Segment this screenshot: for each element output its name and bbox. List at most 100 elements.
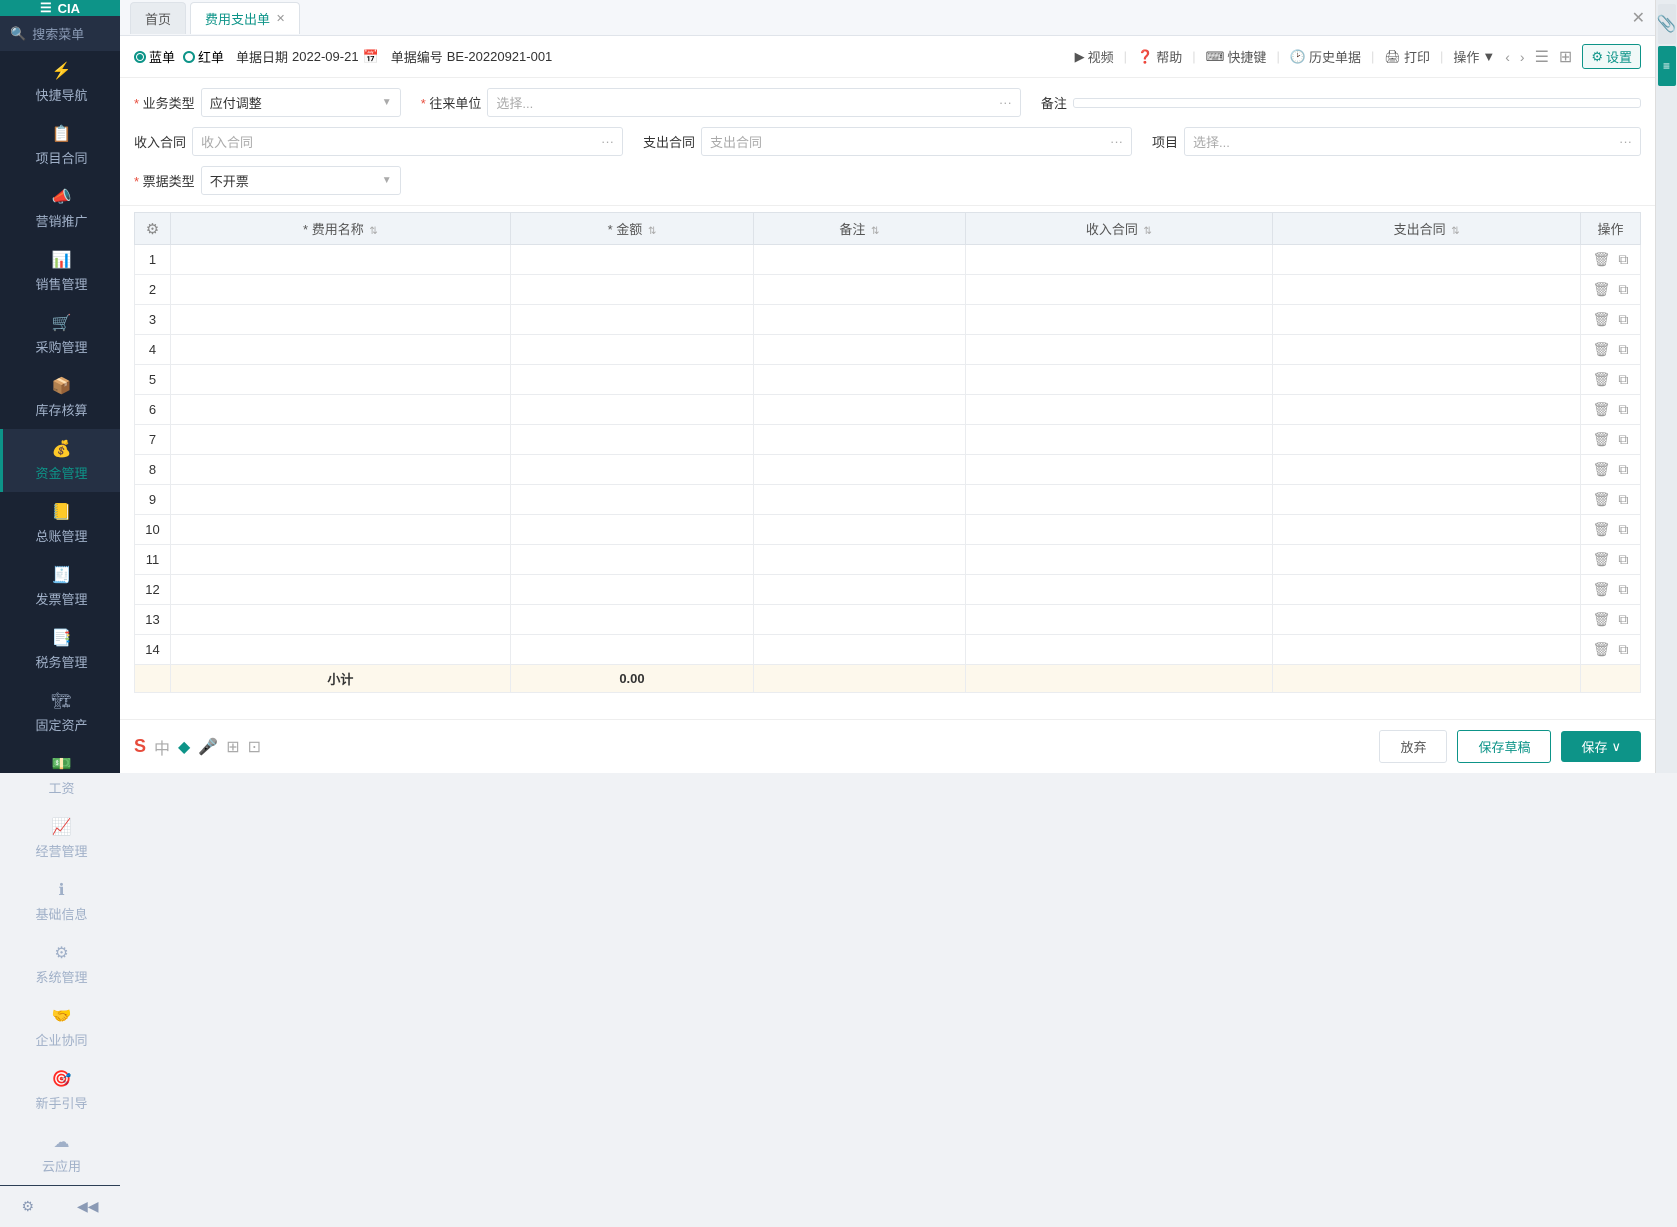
sidebar-item-new-guide[interactable]: 🎯新手引导 [0,1059,120,1122]
table-icon[interactable]: ⊡ [248,737,261,757]
video-btn[interactable]: ▶ 视频 [1075,47,1114,66]
invoice-type-select[interactable]: 不开票 ▼ [201,166,401,195]
set-btn[interactable]: ⚙ 设置 [1582,44,1641,69]
row-expense-name-2[interactable] [171,275,511,305]
row-expense-contract-7[interactable] [1273,425,1581,455]
mic-icon[interactable]: 🎤 [198,737,218,757]
row-expense-name-3[interactable] [171,305,511,335]
list-view-btn[interactable]: ☰ [1535,47,1549,67]
row-expense-name-5[interactable] [171,365,511,395]
settings-btn[interactable]: ⚙ [17,1194,38,1219]
shortcut-btn[interactable]: ⌨ 快捷键 [1206,47,1267,66]
project-input[interactable]: 选择... ··· [1184,127,1641,156]
income-contract-input[interactable]: 收入合同 ··· [192,127,623,156]
row-copy-10[interactable]: ⧉ [1616,519,1630,540]
row-copy-3[interactable]: ⧉ [1616,309,1630,330]
sidebar-search[interactable]: 🔍 搜索菜单 [0,16,120,51]
radio-red[interactable]: 红单 [183,47,224,66]
row-income-contract-10[interactable] [965,515,1273,545]
sidebar-item-purchase-mgmt[interactable]: 🛒采购管理 [0,303,120,366]
row-delete-3[interactable]: 🗑 [1591,309,1613,330]
row-remark-13[interactable] [754,605,965,635]
row-amount-13[interactable] [510,605,753,635]
row-expense-name-12[interactable] [171,575,511,605]
sidebar-item-sys-mgmt[interactable]: ⚙系统管理 [0,933,120,996]
project-dots[interactable]: ··· [1619,134,1632,149]
row-delete-6[interactable]: 🗑 [1591,399,1613,420]
row-amount-5[interactable] [510,365,753,395]
row-delete-12[interactable]: 🗑 [1591,579,1613,600]
row-amount-10[interactable] [510,515,753,545]
th-amount[interactable]: * 金额 ⇅ [510,213,753,245]
row-amount-7[interactable] [510,425,753,455]
expense-contract-dots[interactable]: ··· [1110,134,1123,149]
operate-btn[interactable]: 操作 ▼ [1453,47,1495,66]
print-btn[interactable]: 🖨 打印 [1384,47,1430,66]
expense-contract-input[interactable]: 支出合同 ··· [701,127,1132,156]
row-delete-4[interactable]: 🗑 [1591,339,1613,360]
grid-view-btn[interactable]: ⊞ [1559,47,1572,67]
sidebar-item-ops-mgmt[interactable]: 📈经营管理 [0,807,120,870]
row-remark-8[interactable] [754,455,965,485]
row-amount-3[interactable] [510,305,753,335]
grid-icon[interactable]: ⊞ [226,737,239,757]
row-copy-1[interactable]: ⧉ [1616,249,1630,270]
sidebar-item-cloud-apps[interactable]: ☁云应用 [0,1122,120,1185]
row-delete-1[interactable]: 🗑 [1591,249,1613,270]
row-remark-2[interactable] [754,275,965,305]
tab-expense-bill[interactable]: 费用支出单 ✕ [190,2,300,34]
row-expense-name-10[interactable] [171,515,511,545]
row-remark-1[interactable] [754,245,965,275]
th-remark[interactable]: 备注 ⇅ [754,213,965,245]
sidebar-item-inventory[interactable]: 📦库存核算 [0,366,120,429]
lang-icon[interactable]: 中 [154,735,170,759]
row-income-contract-1[interactable] [965,245,1273,275]
counterparty-dots[interactable]: ··· [999,95,1012,110]
row-expense-contract-12[interactable] [1273,575,1581,605]
sidebar-item-capital-mgmt[interactable]: 💰资金管理 [0,429,120,492]
row-delete-13[interactable]: 🗑 [1591,609,1613,630]
row-remark-5[interactable] [754,365,965,395]
sidebar-item-fixed-assets[interactable]: 🏗固定资产 [0,681,120,744]
save-button[interactable]: 保存 ∨ [1561,731,1641,762]
row-expense-contract-9[interactable] [1273,485,1581,515]
counterparty-input[interactable]: 选择... ··· [487,88,1020,117]
sidebar-item-quick-nav[interactable]: ⚡快捷导航 [0,51,120,114]
row-income-contract-14[interactable] [965,635,1273,665]
row-amount-11[interactable] [510,545,753,575]
row-delete-11[interactable]: 🗑 [1591,549,1613,570]
row-income-contract-9[interactable] [965,485,1273,515]
th-gear[interactable]: ⚙ [135,213,171,245]
row-remark-11[interactable] [754,545,965,575]
row-delete-5[interactable]: 🗑 [1591,369,1613,390]
sidebar-item-tax-mgmt[interactable]: 📑税务管理 [0,618,120,681]
right-panel-clip[interactable]: 📎 [1658,4,1676,44]
row-delete-9[interactable]: 🗑 [1591,489,1613,510]
nav-prev-btn[interactable]: ‹ [1505,49,1510,65]
sidebar-item-payroll[interactable]: 💵工资 [0,744,120,807]
sidebar-item-accounting[interactable]: 📒总账管理 [0,492,120,555]
row-copy-12[interactable]: ⧉ [1616,579,1630,600]
row-delete-14[interactable]: 🗑 [1591,639,1613,660]
row-expense-contract-8[interactable] [1273,455,1581,485]
history-btn[interactable]: 🕑 历史单据 [1290,47,1361,66]
row-delete-7[interactable]: 🗑 [1591,429,1613,450]
table-gear-icon[interactable]: ⚙ [146,221,159,238]
sidebar-item-project-contract[interactable]: 📋项目合同 [0,114,120,177]
row-expense-name-13[interactable] [171,605,511,635]
row-copy-2[interactable]: ⧉ [1616,279,1630,300]
sidebar-item-base-info[interactable]: ℹ基础信息 [0,870,120,933]
row-expense-contract-2[interactable] [1273,275,1581,305]
row-copy-6[interactable]: ⧉ [1616,399,1630,420]
row-remark-7[interactable] [754,425,965,455]
row-income-contract-8[interactable] [965,455,1273,485]
row-expense-contract-3[interactable] [1273,305,1581,335]
row-amount-6[interactable] [510,395,753,425]
row-amount-9[interactable] [510,485,753,515]
tab-close-window[interactable]: ✕ [1632,8,1645,28]
row-expense-name-14[interactable] [171,635,511,665]
row-remark-14[interactable] [754,635,965,665]
row-expense-contract-13[interactable] [1273,605,1581,635]
row-expense-contract-4[interactable] [1273,335,1581,365]
row-expense-contract-6[interactable] [1273,395,1581,425]
